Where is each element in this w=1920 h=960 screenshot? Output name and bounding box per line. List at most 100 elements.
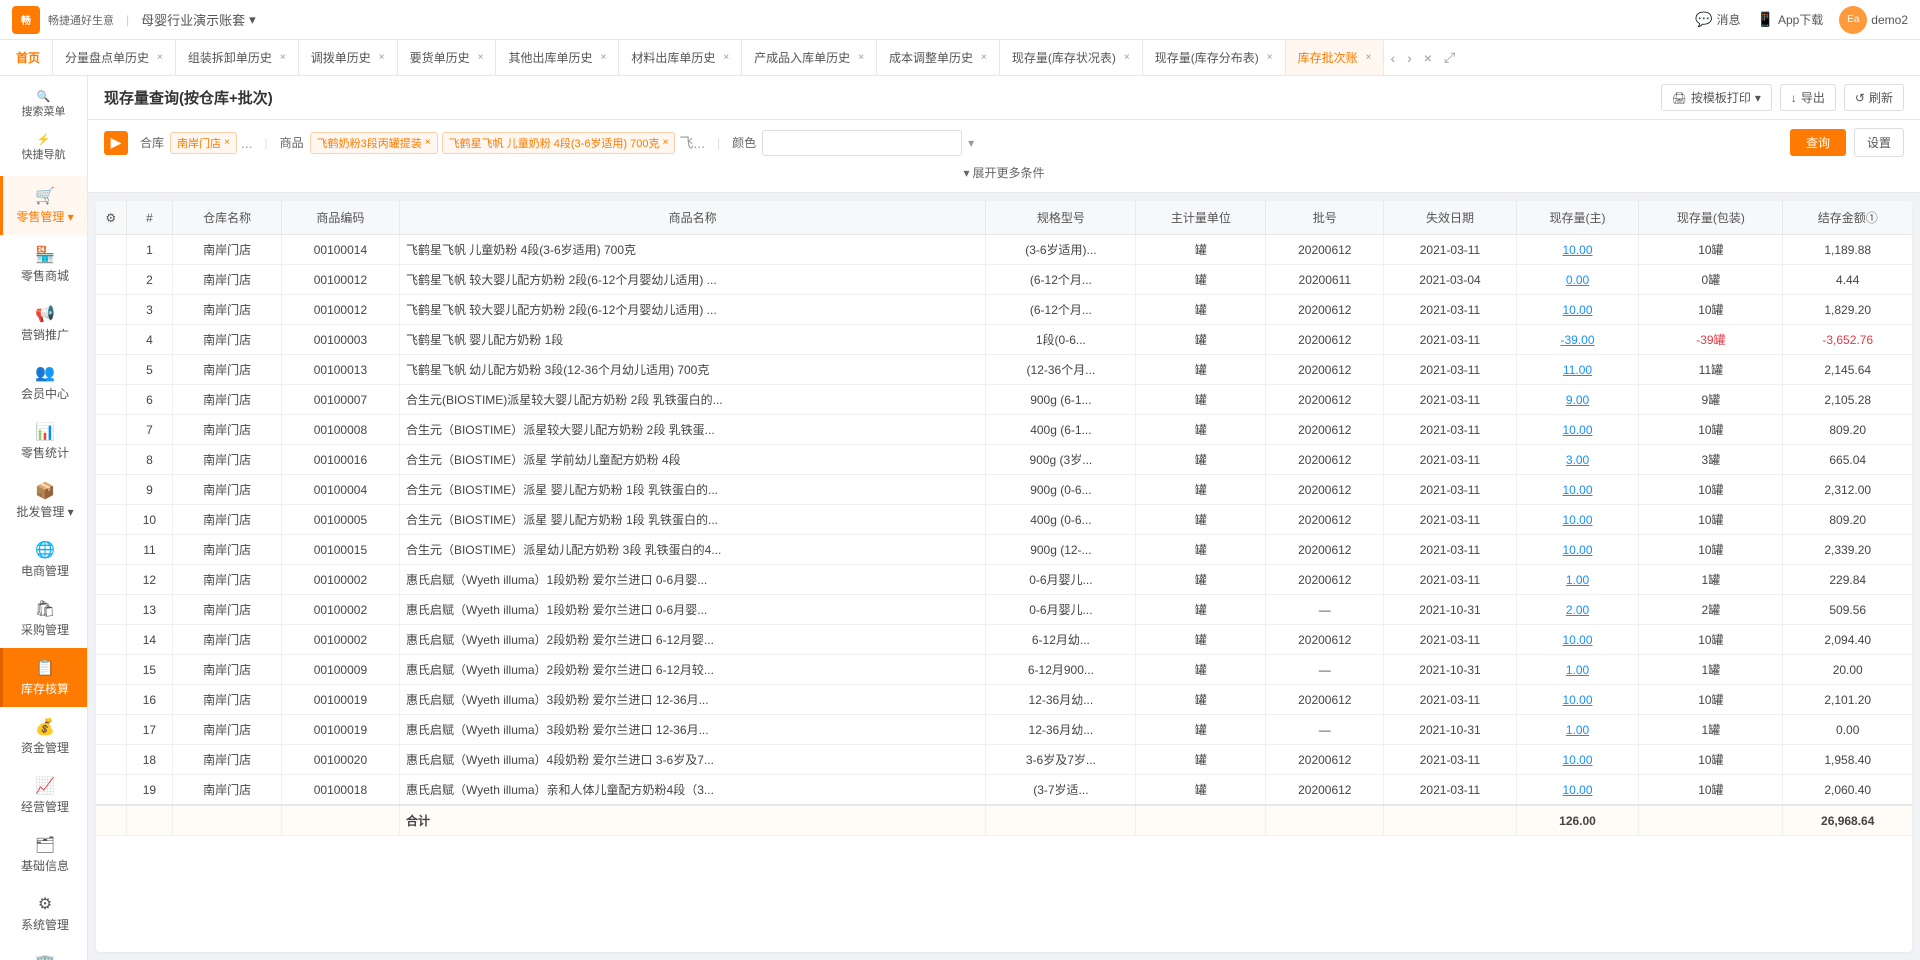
row-expiry: 2021-03-11 xyxy=(1384,745,1516,775)
tab-ku-cun-pi[interactable]: 库存批次账 × xyxy=(1286,40,1385,76)
col-warehouse: 仓库名称 xyxy=(173,201,282,235)
tab-home[interactable]: 首页 xyxy=(4,40,53,76)
tab-close-xian-cun-fen[interactable]: × xyxy=(1267,52,1273,63)
search-btn[interactable]: 查询 xyxy=(1790,129,1846,156)
row-qty-main[interactable]: 11.00 xyxy=(1516,355,1639,385)
sidebar-item-retail-store[interactable]: 🏪 零售商城 xyxy=(0,235,87,294)
tab-close-fen-pan[interactable]: × xyxy=(157,52,163,63)
row-unit: 罐 xyxy=(1136,385,1266,415)
tab-tiao-bo[interactable]: 调拨单历史 × xyxy=(299,40,398,76)
tab-cai-liao[interactable]: 材料出库单历史 × xyxy=(619,40,742,76)
export-icon: ↓ xyxy=(1791,91,1797,105)
row-qty-main[interactable]: 10.00 xyxy=(1516,415,1639,445)
sidebar-item-system[interactable]: ⚙ 系统管理 xyxy=(0,884,87,943)
goods-tag-2-remove[interactable]: × xyxy=(663,137,669,148)
template-print-btn[interactable]: 🖨 按模板打印 ▾ xyxy=(1661,84,1772,111)
tab-close-cheng-ben[interactable]: × xyxy=(981,52,987,63)
row-qty-main[interactable]: -39.00 xyxy=(1516,325,1639,355)
top-right: 💬 消息 📱 App下载 Ea demo2 xyxy=(1695,6,1908,34)
tab-maximize[interactable]: ⤢ xyxy=(1438,49,1461,66)
row-qty-main[interactable]: 10.00 xyxy=(1516,535,1639,565)
warehouse-tag-remove[interactable]: × xyxy=(224,137,230,148)
export-btn[interactable]: ↓ 导出 xyxy=(1780,84,1836,111)
tab-close-tiao-bo[interactable]: × xyxy=(379,52,385,63)
goods-tag-1[interactable]: 飞鹤奶粉3段丙罐提装 × xyxy=(310,132,438,154)
row-qty-main[interactable]: 10.00 xyxy=(1516,775,1639,806)
tab-xian-cun-fen[interactable]: 现存量(库存分布表) × xyxy=(1143,40,1286,76)
row-unit: 罐 xyxy=(1136,625,1266,655)
sidebar-item-enterprise[interactable]: 🏢 企业协同 xyxy=(0,943,87,960)
row-qty-main[interactable]: 10.00 xyxy=(1516,685,1639,715)
sidebar-search-btn[interactable]: 🔍 搜索菜单 xyxy=(4,84,83,125)
sidebar-item-wholesale[interactable]: 📦 批发管理 ▾ xyxy=(0,471,87,530)
sidebar-item-inventory[interactable]: 📋 库存核算 xyxy=(0,648,87,707)
message-btn[interactable]: 💬 消息 xyxy=(1695,11,1740,28)
goods-more[interactable]: 飞... xyxy=(679,133,705,153)
row-qty-main[interactable]: 10.00 xyxy=(1516,505,1639,535)
sidebar-item-purchase[interactable]: 🛍 采购管理 xyxy=(0,589,87,648)
row-qty-main[interactable]: 10.00 xyxy=(1516,745,1639,775)
user-avatar[interactable]: Ea demo2 xyxy=(1839,6,1908,34)
sidebar-item-ops[interactable]: 📈 经营管理 xyxy=(0,766,87,825)
sidebar-item-marketing[interactable]: 📢 营销推广 xyxy=(0,294,87,353)
tab-yao-huo[interactable]: 要货单历史 × xyxy=(398,40,497,76)
sidebar-item-ecommerce[interactable]: 🌐 电商管理 xyxy=(0,530,87,589)
warehouse-tag-nanan[interactable]: 南岸门店 × xyxy=(170,132,237,154)
nav-selector[interactable]: 母婴行业演示账套 ▾ xyxy=(141,10,256,29)
color-dropdown-icon[interactable]: ▾ xyxy=(968,136,974,150)
tab-close-all[interactable]: × xyxy=(1418,50,1438,66)
tab-close-qi-ta[interactable]: × xyxy=(600,52,606,63)
table-row: 14 南岸门店 00100002 惠氏启赋（Wyeth illuma）2段奶粉 … xyxy=(96,625,1912,655)
row-code: 00100012 xyxy=(281,295,399,325)
tab-fen-pan[interactable]: 分量盘点单历史 × xyxy=(53,40,176,76)
row-qty-main[interactable]: 9.00 xyxy=(1516,385,1639,415)
refresh-btn[interactable]: ↺ 刷新 xyxy=(1844,84,1904,111)
filter-area: ▶ 合库 南岸门店 × ... | 商品 xyxy=(88,120,1920,193)
warehouse-more[interactable]: ... xyxy=(241,135,253,151)
sidebar-item-retail-mgmt[interactable]: 🛒 零售管理 ▾ xyxy=(0,176,87,235)
row-batch: 20200612 xyxy=(1266,745,1384,775)
goods-tag-1-remove[interactable]: × xyxy=(425,137,431,148)
sidebar-item-finance[interactable]: 💰 资金管理 xyxy=(0,707,87,766)
tab-close-cai-liao[interactable]: × xyxy=(723,52,729,63)
row-qty-main[interactable]: 2.00 xyxy=(1516,595,1639,625)
row-qty-main[interactable]: 3.00 xyxy=(1516,445,1639,475)
tab-close-yao-huo[interactable]: × xyxy=(478,52,484,63)
tab-prev-arrow[interactable]: ‹ xyxy=(1384,50,1401,66)
goods-tag-2[interactable]: 飞鹤星飞帆 儿童奶粉 4段(3-6岁适用) 700克 × xyxy=(442,132,676,154)
row-balance: 2,101.20 xyxy=(1783,685,1912,715)
row-qty-main[interactable]: 1.00 xyxy=(1516,565,1639,595)
tab-close-chan-pin[interactable]: × xyxy=(858,52,864,63)
refresh-icon: ↺ xyxy=(1855,91,1865,105)
tab-xian-cun-zhuang[interactable]: 现存量(库存状况表) × xyxy=(1000,40,1143,76)
tab-close-ku-cun-pi[interactable]: × xyxy=(1366,52,1372,63)
tab-zu-zhai[interactable]: 组装拆卸单历史 × xyxy=(176,40,299,76)
expand-conditions-btn[interactable]: ▾ 展开更多条件 xyxy=(955,161,1052,184)
row-qty-main[interactable]: 10.00 xyxy=(1516,295,1639,325)
main-layout: 🔍 搜索菜单 ⚡ 快捷导航 🛒 零售管理 ▾ 🏪 零售商城 📢 营销推广 xyxy=(0,76,1920,960)
row-qty-main[interactable]: 0.00 xyxy=(1516,265,1639,295)
row-qty-main[interactable]: 10.00 xyxy=(1516,475,1639,505)
row-qty-main[interactable]: 1.00 xyxy=(1516,715,1639,745)
row-batch: 20200612 xyxy=(1266,415,1384,445)
tab-close-xian-cun-zhuang[interactable]: × xyxy=(1124,52,1130,63)
setting-btn[interactable]: 设置 xyxy=(1854,128,1904,157)
color-input[interactable] xyxy=(762,130,962,156)
tab-qi-ta[interactable]: 其他出库单历史 × xyxy=(496,40,619,76)
row-unit: 罐 xyxy=(1136,565,1266,595)
sidebar-item-basic[interactable]: 🗂 基础信息 xyxy=(0,825,87,884)
tab-next-arrow[interactable]: › xyxy=(1401,50,1418,66)
row-settings xyxy=(96,415,126,445)
sidebar-item-member[interactable]: 👥 会员中心 xyxy=(0,353,87,412)
tab-cheng-ben[interactable]: 成本调整单历史 × xyxy=(877,40,1000,76)
tab-chan-pin[interactable]: 产成品入库单历史 × xyxy=(742,40,877,76)
col-settings[interactable]: ⚙ xyxy=(96,201,126,235)
filter-toggle-btn[interactable]: ▶ xyxy=(104,131,128,155)
app-download-btn[interactable]: 📱 App下载 xyxy=(1757,11,1824,28)
tab-close-zu-zhai[interactable]: × xyxy=(280,52,286,63)
sidebar-item-retail-stats[interactable]: 📊 零售统计 xyxy=(0,412,87,471)
row-qty-main[interactable]: 1.00 xyxy=(1516,655,1639,685)
sidebar-quicknav-btn[interactable]: ⚡ 快捷导航 xyxy=(4,127,83,168)
row-qty-main[interactable]: 10.00 xyxy=(1516,625,1639,655)
row-qty-main[interactable]: 10.00 xyxy=(1516,235,1639,265)
